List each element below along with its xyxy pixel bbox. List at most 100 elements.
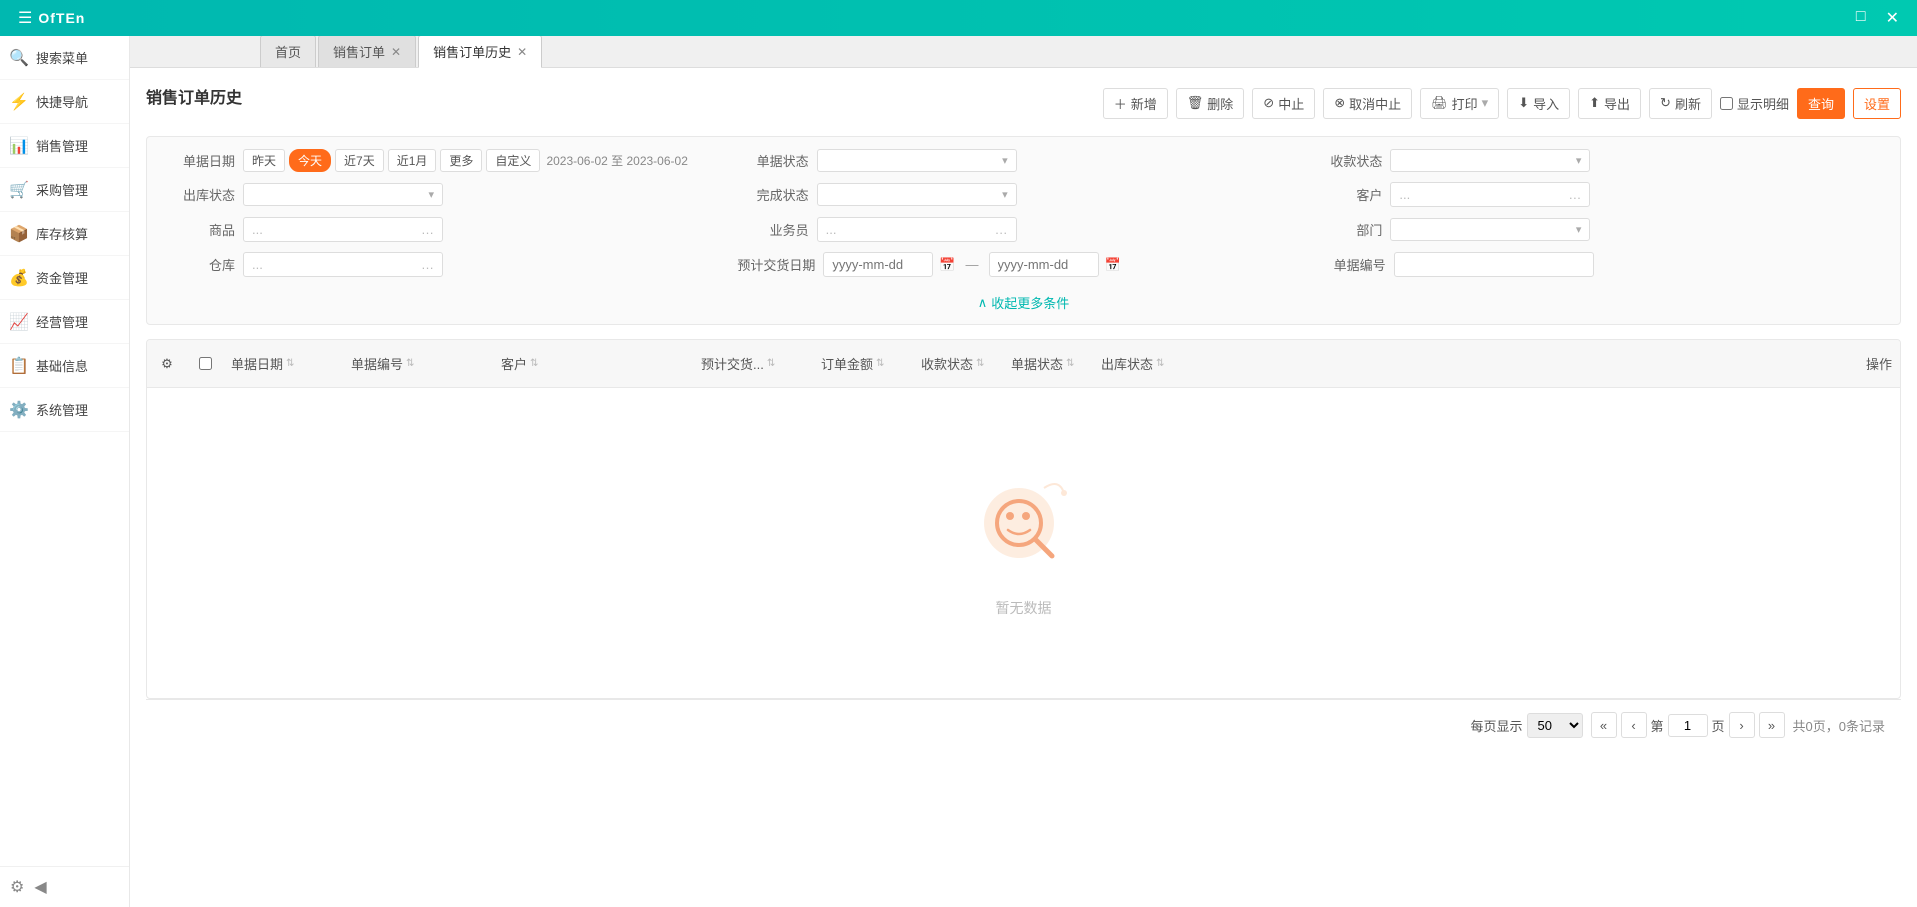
sidebar-collapse-icon[interactable]: ◀ [34,877,46,897]
main-content: 销售订单历史 ＋ 新增 🗑 删除 ⊘ 中止 ⊗ [130,68,1917,907]
table-header: ⚙ 单据日期 ⇅ 单据编号 ⇅ 客户 ⇅ [147,340,1900,388]
per-page-label: 每页显示 [1470,716,1522,735]
sidebar-item-inventory[interactable]: 📦 库存核算 [0,212,129,256]
display-cols-checkbox[interactable] [1720,97,1733,110]
warehouse-select[interactable]: ... … [243,252,443,277]
filter-row-2: 出库状态 ▾ 完成状态 ▾ 客户 [163,182,1884,207]
th-payment-status-sort[interactable]: ⇅ [976,358,984,369]
print-label: 打印 [1452,94,1478,113]
date-btn-yesterday[interactable]: 昨天 [243,149,285,172]
th-out-status-sort[interactable]: ⇅ [1156,358,1164,369]
sidebar-item-search-menu[interactable]: 🔍 搜索菜单 [0,36,129,80]
export-icon: ⬆ [1589,95,1600,111]
date-btn-more[interactable]: 更多 [440,149,482,172]
th-gear[interactable]: ⚙ [147,350,187,378]
date-btn-today[interactable]: 今天 [289,149,331,172]
refresh-button[interactable]: ↻ 刷新 [1649,88,1712,119]
warehouse-dots: … [421,257,434,272]
salesperson-select[interactable]: ... … [817,217,1017,242]
doc-status-select[interactable]: ▾ [817,149,1017,172]
tab-sales-order[interactable]: 销售订单 ✕ [318,36,416,67]
customer-select[interactable]: ... … [1390,182,1590,207]
th-doc-status-sort[interactable]: ⇅ [1066,358,1074,369]
import-button[interactable]: ⬇ 导入 [1507,88,1570,119]
empty-text: 暂无数据 [996,598,1052,618]
add-button[interactable]: ＋ 新增 [1103,88,1168,119]
close-button[interactable]: ✕ [1880,6,1905,30]
sys-mgmt-icon: ⚙️ [10,401,28,419]
per-page-select[interactable]: 50 10 20 100 [1527,713,1583,738]
tab-sales-order-history-close[interactable]: ✕ [517,45,527,59]
settings-button[interactable]: 设置 [1853,88,1901,119]
page-prev-button[interactable]: ‹ [1621,712,1647,738]
sidebar-bottom: ⚙ ◀ [0,866,129,907]
th-delivery-sort[interactable]: ⇅ [767,358,775,369]
doc-no-input[interactable] [1394,252,1594,277]
print-button[interactable]: 🖨 打印 ▾ [1420,88,1499,119]
dept-select[interactable]: ▾ [1390,218,1590,241]
query-button[interactable]: 查询 [1797,88,1845,119]
delete-button[interactable]: 🗑 删除 [1176,88,1245,119]
payment-status-select[interactable]: ▾ [1390,149,1590,172]
th-payment-status-label: 收款状态 [921,354,973,373]
page-number-input[interactable] [1668,714,1708,737]
th-amount-sort[interactable]: ⇅ [876,358,884,369]
sidebar-item-basic-info[interactable]: 📋 基础信息 [0,344,129,388]
tab-sales-order-history[interactable]: 销售订单历史 ✕ [418,36,542,68]
print-dropdown-icon: ▾ [1482,95,1489,111]
delivery-date-end[interactable] [989,252,1099,277]
date-btn-custom[interactable]: 自定义 [486,149,540,172]
stop-button[interactable]: ⊘ 中止 [1252,88,1315,119]
toolbar: ＋ 新增 🗑 删除 ⊘ 中止 ⊗ 取消中止 [1103,88,1901,119]
warehouse-control: ... … [243,252,733,277]
sidebar-settings-icon[interactable]: ⚙ [10,877,24,897]
select-all-checkbox[interactable] [199,357,212,370]
date-btn-last1month[interactable]: 近1月 [388,149,437,172]
cancel-stop-button[interactable]: ⊗ 取消中止 [1323,88,1412,119]
page-last-button[interactable]: » [1759,712,1785,738]
sidebar-item-purchase-mgmt[interactable]: 🛒 采购管理 [0,168,129,212]
doc-status-control: ▾ [817,149,1311,172]
tab-sales-order-close[interactable]: ✕ [391,45,401,59]
gear-icon: ⚙ [161,356,173,372]
th-date-sort[interactable]: ⇅ [286,358,294,369]
sidebar-label-operations: 经营管理 [36,312,88,331]
goods-select[interactable]: ... … [243,217,443,242]
cal-icon-start[interactable]: 📅 [939,257,955,273]
sidebar-item-sales-mgmt[interactable]: 📊 销售管理 [0,124,129,168]
sidebar-item-finance[interactable]: 💰 资金管理 [0,256,129,300]
collapse-button[interactable]: ∧ 收起更多条件 [978,287,1070,312]
sidebar-item-sys-mgmt[interactable]: ⚙️ 系统管理 [0,388,129,432]
page-next-button[interactable]: › [1729,712,1755,738]
th-check[interactable] [187,351,223,376]
page-size-selector: 每页显示 50 10 20 100 [1470,713,1582,738]
page-first-button[interactable]: « [1591,712,1617,738]
date-range-display: 2023-06-02 至 2023-06-02 [546,152,687,169]
query-label: 查询 [1808,94,1834,113]
filter-row-1: 单据日期 昨天 今天 近7天 近1月 更多 自定义 2023-06-02 至 2… [163,149,1884,172]
export-button[interactable]: ⬆ 导出 [1578,88,1641,119]
goods-placeholder: ... [252,222,417,237]
display-cols-label: 显示明细 [1737,94,1789,113]
delete-icon: 🗑 [1187,95,1204,111]
delivery-date-start[interactable] [823,252,933,277]
page-total: 共0页，0条记录 [1793,716,1885,735]
sidebar-label-quick-nav: 快捷导航 [36,92,88,111]
tab-home[interactable]: 首页 [260,36,316,67]
delivery-date-label: 预计交货日期 [733,255,823,274]
sidebar-label-purchase-mgmt: 采购管理 [36,180,88,199]
th-num-sort[interactable]: ⇅ [406,358,414,369]
cancel-stop-icon: ⊗ [1334,95,1345,111]
date-btn-last7[interactable]: 近7天 [335,149,384,172]
cancel-stop-label: 取消中止 [1349,94,1401,113]
th-customer-sort[interactable]: ⇅ [530,358,538,369]
cal-icon-end[interactable]: 📅 [1105,257,1121,273]
sidebar-item-operations[interactable]: 📈 经营管理 [0,300,129,344]
out-status-select[interactable]: ▾ [243,183,443,206]
dept-arrow: ▾ [1576,223,1582,236]
sidebar-item-quick-nav[interactable]: ⚡ 快捷导航 [0,80,129,124]
menu-icon[interactable]: ☰ [12,8,38,28]
restore-button[interactable]: □ [1850,6,1872,30]
complete-status-select[interactable]: ▾ [817,183,1017,206]
display-cols-toggle[interactable]: 显示明细 [1720,94,1789,113]
